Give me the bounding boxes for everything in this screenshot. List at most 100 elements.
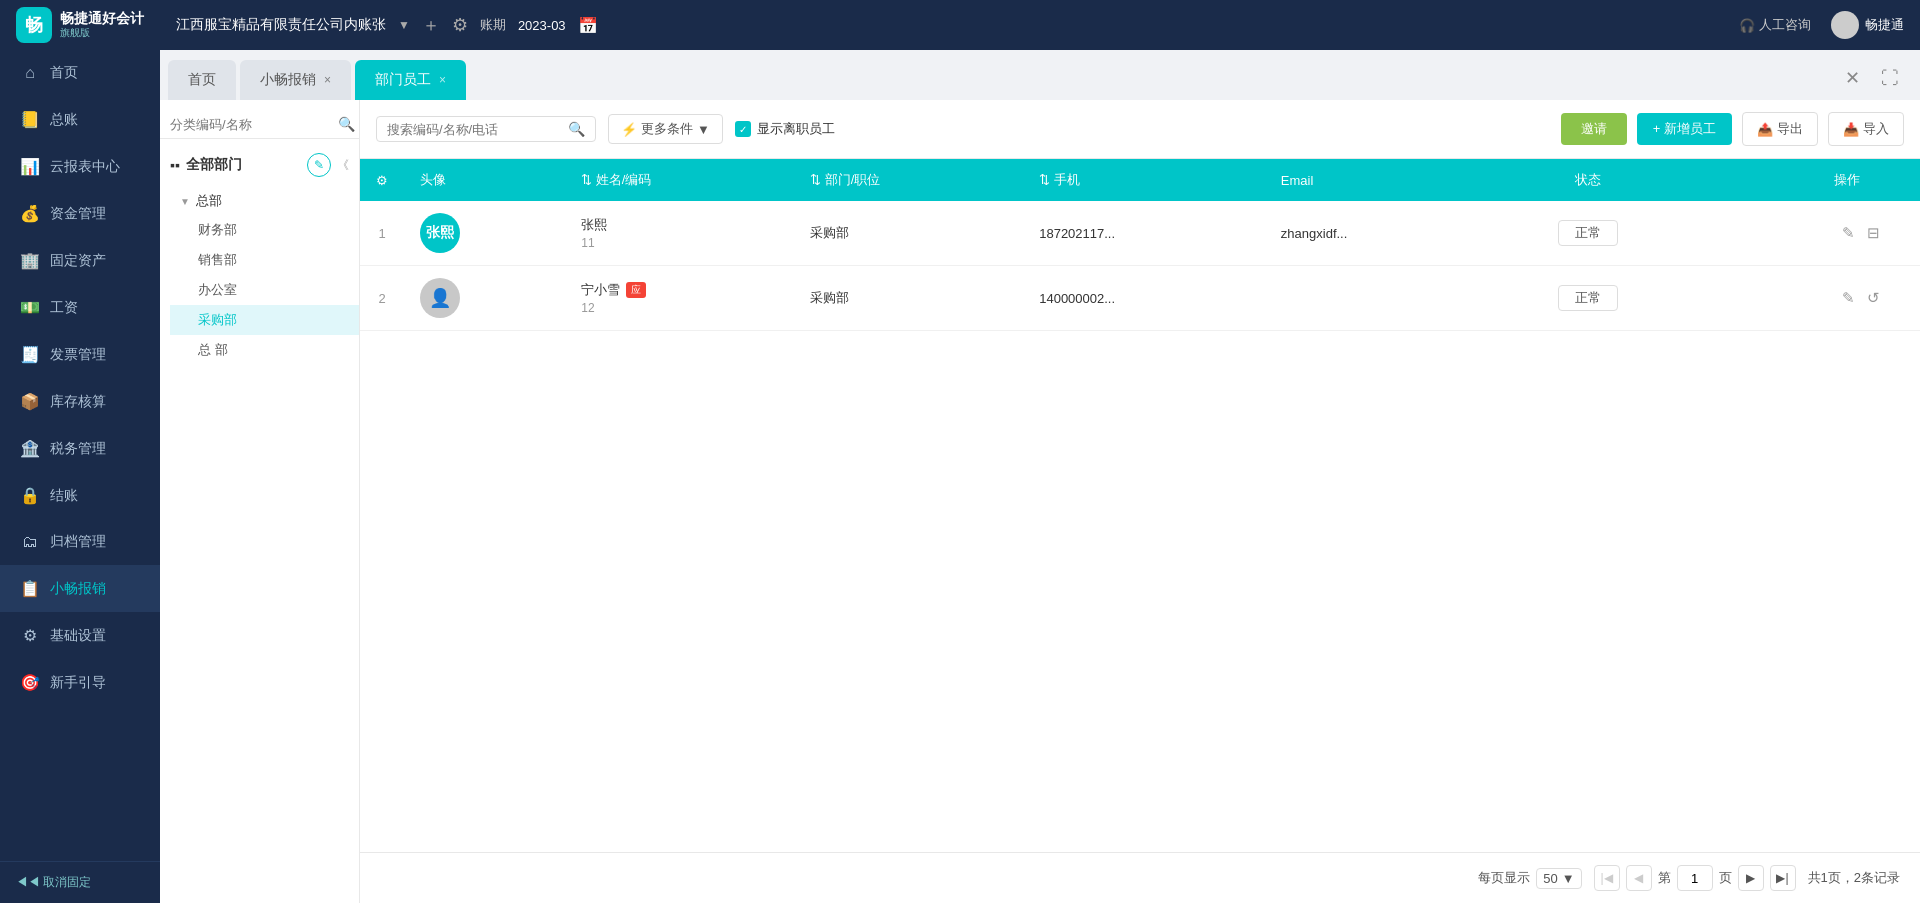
dept-arrow-icon: ▼	[180, 196, 190, 207]
last-page-button[interactable]: ▶|	[1770, 865, 1796, 891]
tab-maximize-button[interactable]: ⛶	[1876, 64, 1904, 92]
show-resign-checkbox[interactable]: ✓	[735, 121, 751, 137]
row2-no: 2	[360, 266, 404, 331]
content-area: 首页 小畅报销 × 部门员工 × ✕ ⛶ 🔍	[160, 50, 1920, 903]
sidebar-item-reports[interactable]: 📊 云报表中心	[0, 143, 160, 190]
export-button[interactable]: 📤 导出	[1742, 112, 1818, 146]
calendar-icon[interactable]: 📅	[578, 16, 598, 35]
invite-button[interactable]: 邀请	[1561, 113, 1627, 145]
dept-search-input[interactable]	[170, 117, 338, 132]
user-area[interactable]: 畅捷通	[1831, 11, 1904, 39]
sidebar-item-guide[interactable]: 🎯 新手引导	[0, 659, 160, 706]
logo-text-group: 畅捷通好会计 旗舰版	[60, 10, 144, 41]
per-page-dropdown-icon: ▼	[1562, 871, 1575, 886]
sidebar-label-tax: 税务管理	[50, 440, 106, 458]
dept-child-procurement[interactable]: 采购部	[170, 305, 359, 335]
sidebar-item-tax[interactable]: 🏦 税务管理	[0, 425, 160, 472]
tab-expense-close-icon[interactable]: ×	[324, 73, 331, 87]
dept-child-general[interactable]: 总 部	[170, 335, 359, 365]
row2-edit-icon[interactable]: ✎	[1842, 289, 1855, 307]
dept-collapse-icon[interactable]: 《	[337, 157, 349, 174]
employee-table: ⚙ 头像 ⇅ 姓名/编码 ⇅ 部门/职位 ⇅ 手机	[360, 159, 1920, 331]
header-company: 江西服宝精品有限责任公司内账张 ▼ ＋ ⚙ 账期 2023-03 📅	[176, 13, 1739, 37]
sidebar-item-archive[interactable]: 🗂 归档管理	[0, 519, 160, 565]
tab-home[interactable]: 首页	[168, 60, 236, 100]
company-name: 江西服宝精品有限责任公司内账张	[176, 16, 386, 34]
tab-employees[interactable]: 部门员工 ×	[355, 60, 466, 100]
tab-close-window-button[interactable]: ✕	[1838, 64, 1866, 92]
row1-actions: ✎ ⊟	[1692, 201, 1920, 266]
first-page-button[interactable]: |◀	[1594, 865, 1620, 891]
col-phone[interactable]: ⇅ 手机	[1023, 159, 1265, 201]
row1-name: 张熙	[581, 216, 607, 234]
page-input[interactable]	[1677, 865, 1713, 891]
tab-actions: ✕ ⛶	[1838, 64, 1920, 100]
employee-search-icon[interactable]: 🔍	[568, 121, 585, 137]
dept-child-office[interactable]: 办公室	[170, 275, 359, 305]
sidebar-item-funds[interactable]: 💰 资金管理	[0, 190, 160, 237]
col-settings[interactable]: ⚙	[360, 159, 404, 201]
sidebar-item-inventory[interactable]: 📦 库存核算	[0, 378, 160, 425]
tab-expense[interactable]: 小畅报销 ×	[240, 60, 351, 100]
row2-name-code: 宁小雪 应 12	[565, 266, 794, 331]
invoice-icon: 🧾	[20, 345, 40, 364]
dept-parent-headquarters[interactable]: ▼ 总部	[170, 187, 359, 215]
sidebar-label-expense: 小畅报销	[50, 580, 106, 598]
export-label: 导出	[1777, 120, 1803, 138]
sidebar-item-assets[interactable]: 🏢 固定资产	[0, 237, 160, 284]
add-employee-button[interactable]: + 新增员工	[1637, 113, 1732, 145]
row1-edit-icon[interactable]: ✎	[1842, 224, 1855, 242]
sidebar-item-settings[interactable]: ⚙ 基础设置	[0, 612, 160, 659]
sidebar-label-payroll: 工资	[50, 299, 78, 317]
per-page-select[interactable]: 50 ▼	[1536, 868, 1581, 889]
per-page-value: 50	[1543, 871, 1557, 886]
tab-bar: 首页 小畅报销 × 部门员工 × ✕ ⛶	[160, 50, 1920, 100]
all-dept-button[interactable]: ▪▪ 全部部门	[170, 156, 242, 174]
next-page-button[interactable]: ▶	[1738, 865, 1764, 891]
prev-page-button[interactable]: ◀	[1626, 865, 1652, 891]
row2-status-cell: 正常	[1485, 266, 1691, 331]
more-filter-button[interactable]: ⚡ 更多条件 ▼	[608, 114, 723, 144]
expense-icon: 📋	[20, 579, 40, 598]
add-company-icon[interactable]: ＋	[422, 13, 440, 37]
table-row: 2 👤 宁小雪 应	[360, 266, 1920, 331]
service-button[interactable]: 🎧 人工咨询	[1739, 16, 1811, 34]
row1-name-code: 张熙 11	[565, 201, 794, 266]
filter-dropdown-icon: ▼	[697, 122, 710, 137]
sidebar-item-payroll[interactable]: 💵 工资	[0, 284, 160, 331]
sidebar-item-expense[interactable]: 📋 小畅报销	[0, 565, 160, 612]
table-row: 1 张熙 张熙 11	[360, 201, 1920, 266]
col-name-code[interactable]: ⇅ 姓名/编码	[565, 159, 794, 201]
home-icon: ⌂	[20, 64, 40, 82]
import-button[interactable]: 📥 导入	[1828, 112, 1904, 146]
row1-more-icon[interactable]: ⊟	[1867, 224, 1880, 242]
sidebar-pin-toggle[interactable]: ◀◀ 取消固定	[0, 861, 160, 903]
row1-avatar: 张熙	[420, 213, 460, 253]
row2-code: 12	[581, 301, 778, 315]
row2-refresh-icon[interactable]: ↺	[1867, 289, 1880, 307]
employee-table-area: ⚙ 头像 ⇅ 姓名/编码 ⇅ 部门/职位 ⇅ 手机	[360, 159, 1920, 852]
sidebar-item-ledger[interactable]: 📒 总账	[0, 96, 160, 143]
close-period-icon: 🔒	[20, 486, 40, 505]
sidebar-item-close[interactable]: 🔒 结账	[0, 472, 160, 519]
dept-child-sales[interactable]: 销售部	[170, 245, 359, 275]
sidebar-item-invoice[interactable]: 🧾 发票管理	[0, 331, 160, 378]
employee-search-input[interactable]	[387, 122, 568, 137]
dept-search-icon[interactable]: 🔍	[338, 116, 355, 132]
dept-child-finance[interactable]: 财务部	[170, 215, 359, 245]
dept-edit-button[interactable]: ✎	[307, 153, 331, 177]
page-label: 第	[1658, 869, 1671, 887]
tab-employees-close-icon[interactable]: ×	[439, 73, 446, 87]
sidebar-label-ledger: 总账	[50, 111, 78, 129]
sidebar-label-assets: 固定资产	[50, 252, 106, 270]
sidebar-label-close: 结账	[50, 487, 78, 505]
sidebar-item-home[interactable]: ⌂ 首页	[0, 50, 160, 96]
company-dropdown-icon[interactable]: ▼	[398, 18, 410, 32]
col-dept-position[interactable]: ⇅ 部门/职位	[794, 159, 1023, 201]
filter-icon: ⚡	[621, 122, 637, 137]
left-tree: 🔍 ▪▪ 全部部门 ✎ 《 ▼ 总部	[160, 100, 360, 903]
sidebar-label-reports: 云报表中心	[50, 158, 120, 176]
service-label: 人工咨询	[1759, 16, 1811, 34]
row1-phone: 187202117...	[1023, 201, 1265, 266]
company-settings-icon[interactable]: ⚙	[452, 14, 468, 36]
